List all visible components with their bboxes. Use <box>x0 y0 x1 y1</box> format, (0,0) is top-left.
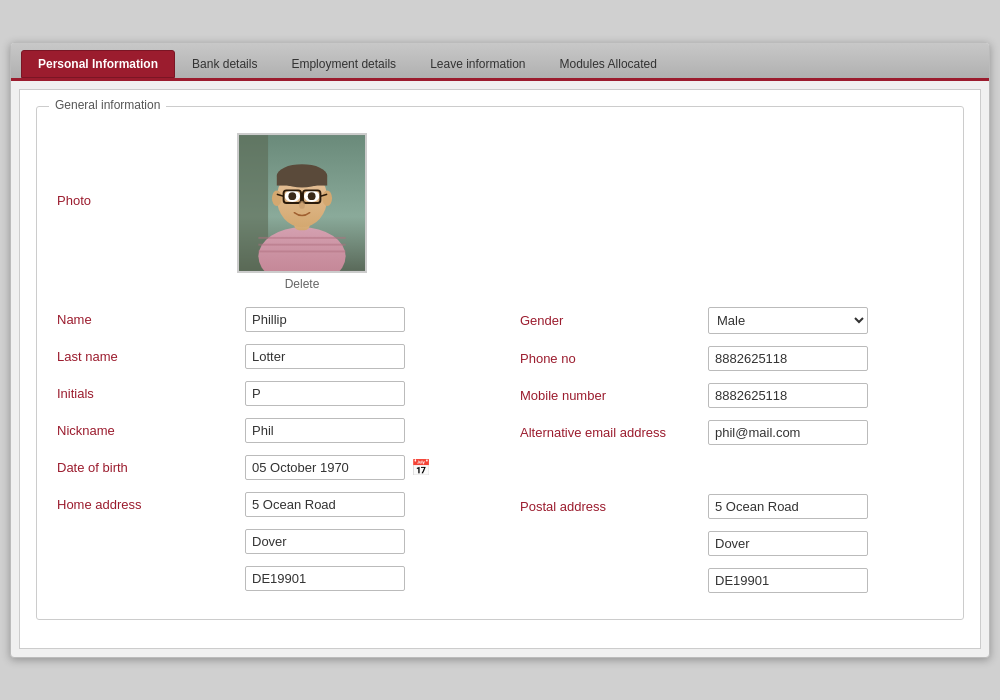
photo-frame <box>237 133 367 273</box>
last-name-input[interactable] <box>245 344 405 369</box>
photo-section: Photo <box>57 133 943 291</box>
app-window: Personal Information Bank details Employ… <box>10 42 990 658</box>
postal-address-label: Postal address <box>520 499 700 514</box>
tab-bar: Personal Information Bank details Employ… <box>11 43 989 81</box>
dob-input-row: 📅 <box>245 455 431 480</box>
alt-email-input[interactable] <box>708 420 868 445</box>
postal-address3-row <box>520 568 943 593</box>
tab-personal-information[interactable]: Personal Information <box>21 50 175 78</box>
svg-rect-3 <box>258 237 345 239</box>
initials-input[interactable] <box>245 381 405 406</box>
home-address3-row <box>57 566 480 591</box>
last-name-row: Last name <box>57 344 480 369</box>
home-address3-input[interactable] <box>245 566 405 591</box>
alt-email-row: Alternative email address <box>520 420 943 445</box>
nickname-row: Nickname <box>57 418 480 443</box>
delete-photo-link[interactable]: Delete <box>285 277 320 291</box>
mobile-input[interactable] <box>708 383 868 408</box>
nickname-input[interactable] <box>245 418 405 443</box>
section-title: General information <box>49 98 166 112</box>
profile-photo <box>239 133 365 273</box>
home-address2-input[interactable] <box>245 529 405 554</box>
dob-input[interactable] <box>245 455 405 480</box>
svg-point-14 <box>288 192 296 200</box>
name-label: Name <box>57 312 237 327</box>
svg-rect-9 <box>277 176 327 186</box>
postal-address-row: Postal address <box>520 494 943 519</box>
dob-row: Date of birth 📅 <box>57 455 480 480</box>
main-content: General information Photo <box>19 89 981 649</box>
tab-bank-details[interactable]: Bank details <box>175 50 274 78</box>
svg-point-21 <box>299 201 305 209</box>
gender-select[interactable]: Male Female Other <box>708 307 868 334</box>
postal-address2-row <box>520 531 943 556</box>
form-cols: Name Last name Initials Ni <box>57 307 943 599</box>
phone-label: Phone no <box>520 351 700 366</box>
postal-address1-input[interactable] <box>708 494 868 519</box>
phone-input[interactable] <box>708 346 868 371</box>
photo-label: Photo <box>57 133 237 208</box>
mobile-row: Mobile number <box>520 383 943 408</box>
phone-row: Phone no <box>520 346 943 371</box>
postal-address2-input[interactable] <box>708 531 868 556</box>
svg-rect-4 <box>258 244 345 246</box>
general-information-section: General information Photo <box>36 106 964 620</box>
svg-point-15 <box>308 192 316 200</box>
calendar-icon[interactable]: 📅 <box>411 458 431 477</box>
nickname-label: Nickname <box>57 423 237 438</box>
right-column: Gender Male Female Other Phone no <box>480 307 943 599</box>
gender-label: Gender <box>520 313 700 328</box>
tab-leave-information[interactable]: Leave information <box>413 50 542 78</box>
gender-row: Gender Male Female Other <box>520 307 943 334</box>
name-input[interactable] <box>245 307 405 332</box>
initials-label: Initials <box>57 386 237 401</box>
name-row: Name <box>57 307 480 332</box>
last-name-label: Last name <box>57 349 237 364</box>
photo-container: Delete <box>237 133 367 291</box>
tab-employment-details[interactable]: Employment details <box>274 50 413 78</box>
initials-row: Initials <box>57 381 480 406</box>
home-address2-row <box>57 529 480 554</box>
svg-point-11 <box>322 190 332 206</box>
svg-point-10 <box>272 190 282 206</box>
postal-address3-input[interactable] <box>708 568 868 593</box>
left-column: Name Last name Initials Ni <box>57 307 480 599</box>
mobile-label: Mobile number <box>520 388 700 403</box>
dob-label: Date of birth <box>57 460 237 475</box>
svg-rect-5 <box>258 250 345 252</box>
tab-modules-allocated[interactable]: Modules Allocated <box>543 50 674 78</box>
alt-email-label: Alternative email address <box>520 425 700 440</box>
home-address-row: Home address <box>57 492 480 517</box>
home-address1-input[interactable] <box>245 492 405 517</box>
home-address-label: Home address <box>57 497 237 512</box>
